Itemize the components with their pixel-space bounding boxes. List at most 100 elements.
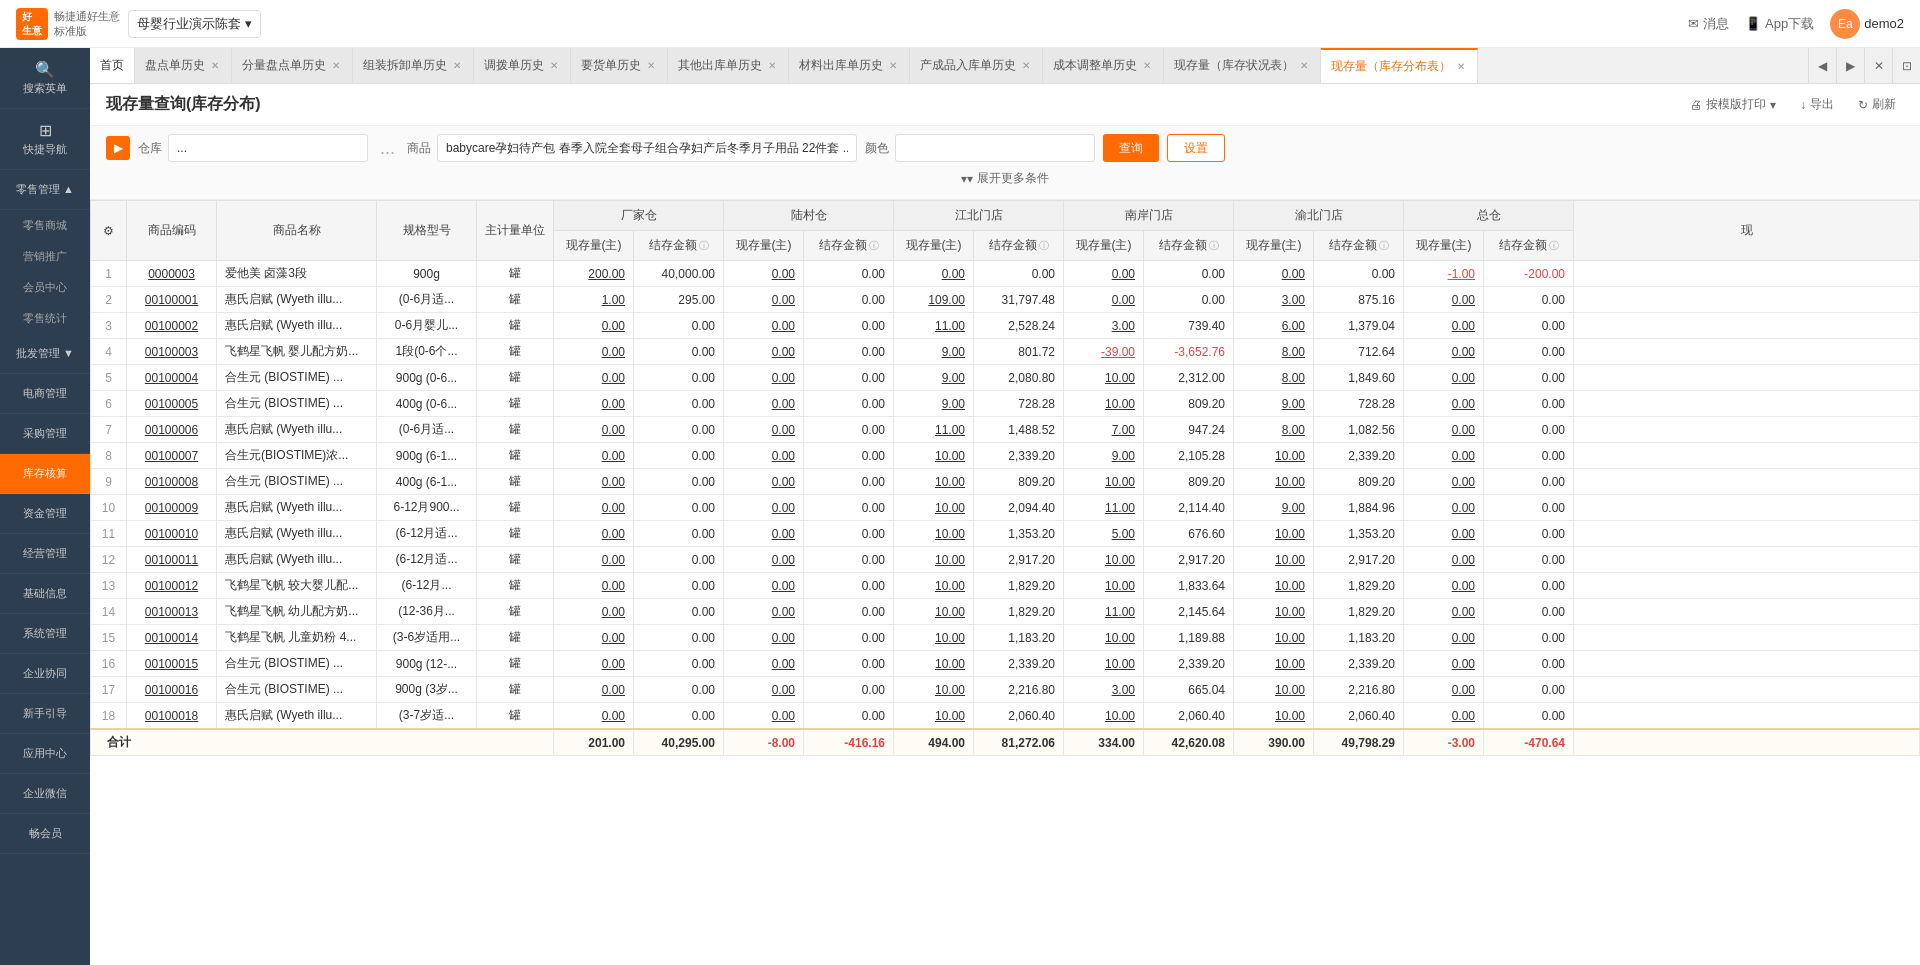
cell-f-qty[interactable]: 0.00 [554,339,634,365]
tab-close-all-btn[interactable]: ✕ [1864,48,1892,84]
sidebar-item-member2[interactable]: 畅会员 [0,814,90,854]
cell-yb-qty[interactable]: 10.00 [1234,651,1314,677]
cell-nb-qty[interactable]: 0.00 [1064,287,1144,313]
tab-prod-in[interactable]: 产成品入库单历史 ✕ [910,48,1043,84]
cell-total-qty[interactable]: 0.00 [1404,495,1484,521]
cell-nb-qty[interactable]: 7.00 [1064,417,1144,443]
cell-code[interactable]: 00100005 [127,391,217,417]
cell-total-qty[interactable]: 0.00 [1404,469,1484,495]
cell-code[interactable]: 00100012 [127,573,217,599]
tab-close-stock-list[interactable]: ✕ [209,59,221,72]
info-icon3[interactable]: ⓘ [1039,240,1049,251]
sidebar-item-nav[interactable]: ⊞ 快捷导航 [0,109,90,170]
cell-f-qty[interactable]: 0.00 [554,313,634,339]
cell-jb-qty[interactable]: 10.00 [894,443,974,469]
cell-nb-qty[interactable]: 10.00 [1064,391,1144,417]
cell-f-qty[interactable]: 0.00 [554,677,634,703]
cell-jb-qty[interactable]: 10.00 [894,677,974,703]
cell-l-qty[interactable]: 0.00 [724,521,804,547]
th-gear[interactable]: ⚙ [91,201,127,261]
cell-l-qty[interactable]: 0.00 [724,677,804,703]
sidebar-item-purchase[interactable]: 采购管理 [0,414,90,454]
export-btn[interactable]: ↓ 导出 [1792,92,1842,117]
cell-nb-qty[interactable]: 11.00 [1064,599,1144,625]
cell-code[interactable]: 00100003 [127,339,217,365]
cell-code[interactable]: 00100008 [127,469,217,495]
sidebar-item-search[interactable]: 🔍 搜索英单 [0,48,90,109]
sidebar-item-wholesale[interactable]: 批发管理 ▼ [0,334,90,374]
info-icon6[interactable]: ⓘ [1549,240,1559,251]
sidebar-item-inventory[interactable]: 库存核算 [0,454,90,494]
cell-code[interactable]: 00100006 [127,417,217,443]
cell-l-qty[interactable]: 0.00 [724,547,804,573]
sidebar-item-ecommerce[interactable]: 电商管理 [0,374,90,414]
tab-cost-adj[interactable]: 成本调整单历史 ✕ [1043,48,1164,84]
cell-f-qty[interactable]: 0.00 [554,417,634,443]
cell-f-qty[interactable]: 0.00 [554,547,634,573]
cell-nb-qty[interactable]: 3.00 [1064,313,1144,339]
sidebar-item-collab[interactable]: 企业协同 [0,654,90,694]
cell-yb-qty[interactable]: 6.00 [1234,313,1314,339]
cell-code[interactable]: 00100001 [127,287,217,313]
cell-total-qty[interactable]: 0.00 [1404,599,1484,625]
cell-total-qty[interactable]: 0.00 [1404,651,1484,677]
cell-total-qty[interactable]: 0.00 [1404,443,1484,469]
cell-nb-qty[interactable]: 10.00 [1064,547,1144,573]
filter-toggle-btn[interactable]: ▶ [106,136,130,160]
cell-code[interactable]: 00100009 [127,495,217,521]
cell-f-qty[interactable]: 0.00 [554,495,634,521]
tab-transfer[interactable]: 调拨单历史 ✕ [474,48,571,84]
tab-close-prod-in[interactable]: ✕ [1020,59,1032,72]
cell-l-qty[interactable]: 0.00 [724,443,804,469]
tab-close-transfer[interactable]: ✕ [548,59,560,72]
tab-home[interactable]: 首页 [90,48,135,84]
tab-combo[interactable]: 组装拆卸单历史 ✕ [353,48,474,84]
tab-inv-status[interactable]: 现存量（库存状况表） ✕ [1164,48,1321,84]
cell-jb-qty[interactable]: 10.00 [894,703,974,730]
cell-code[interactable]: 00100018 [127,703,217,730]
cell-nb-qty[interactable]: 10.00 [1064,651,1144,677]
cell-f-qty[interactable]: 200.00 [554,261,634,287]
cell-yb-qty[interactable]: 10.00 [1234,703,1314,730]
query-btn[interactable]: 查询 [1103,134,1159,162]
cell-total-qty[interactable]: 0.00 [1404,313,1484,339]
cell-l-qty[interactable]: 0.00 [724,339,804,365]
cell-yb-qty[interactable]: 8.00 [1234,365,1314,391]
sidebar-item-finance[interactable]: 资金管理 [0,494,90,534]
user-area[interactable]: Ea demo2 [1830,9,1904,39]
cell-jb-qty[interactable]: 10.00 [894,599,974,625]
expand-conditions-btn[interactable]: ▾▾ 展开更多条件 [953,166,1057,191]
cell-code[interactable]: 00100004 [127,365,217,391]
cell-code[interactable]: 00100014 [127,625,217,651]
cell-l-qty[interactable]: 0.00 [724,703,804,730]
cell-jb-qty[interactable]: 9.00 [894,391,974,417]
cell-f-qty[interactable]: 0.00 [554,469,634,495]
cell-jb-qty[interactable]: 10.00 [894,625,974,651]
cell-f-qty[interactable]: 0.00 [554,391,634,417]
sidebar-item-apps[interactable]: 应用中心 [0,734,90,774]
cell-nb-qty[interactable]: 10.00 [1064,573,1144,599]
cell-nb-qty[interactable]: 10.00 [1064,365,1144,391]
cell-jb-qty[interactable]: 10.00 [894,547,974,573]
cell-f-qty[interactable]: 0.00 [554,573,634,599]
cell-total-qty[interactable]: 0.00 [1404,521,1484,547]
color-input[interactable] [895,134,1095,162]
cell-total-qty[interactable]: 0.00 [1404,677,1484,703]
tab-close-stock-sub[interactable]: ✕ [330,59,342,72]
cell-total-qty[interactable]: 0.00 [1404,703,1484,730]
cell-code[interactable]: 00100011 [127,547,217,573]
sidebar-item-marketing[interactable]: 营销推广 [0,241,90,272]
sidebar-item-retail[interactable]: 零售管理 ▲ [0,170,90,210]
cell-jb-qty[interactable]: 10.00 [894,573,974,599]
ellipsis-btn[interactable]: ... [376,138,399,159]
cell-l-qty[interactable]: 0.00 [724,391,804,417]
message-btn[interactable]: ✉ 消息 [1688,15,1729,33]
cell-f-qty[interactable]: 0.00 [554,443,634,469]
cell-nb-qty[interactable]: 5.00 [1064,521,1144,547]
tab-close-req[interactable]: ✕ [645,59,657,72]
cell-l-qty[interactable]: 0.00 [724,365,804,391]
cell-f-qty[interactable]: 0.00 [554,599,634,625]
cell-jb-qty[interactable]: 0.00 [894,261,974,287]
cell-code[interactable]: 00100007 [127,443,217,469]
tab-prev-btn[interactable]: ◀ [1808,48,1836,84]
